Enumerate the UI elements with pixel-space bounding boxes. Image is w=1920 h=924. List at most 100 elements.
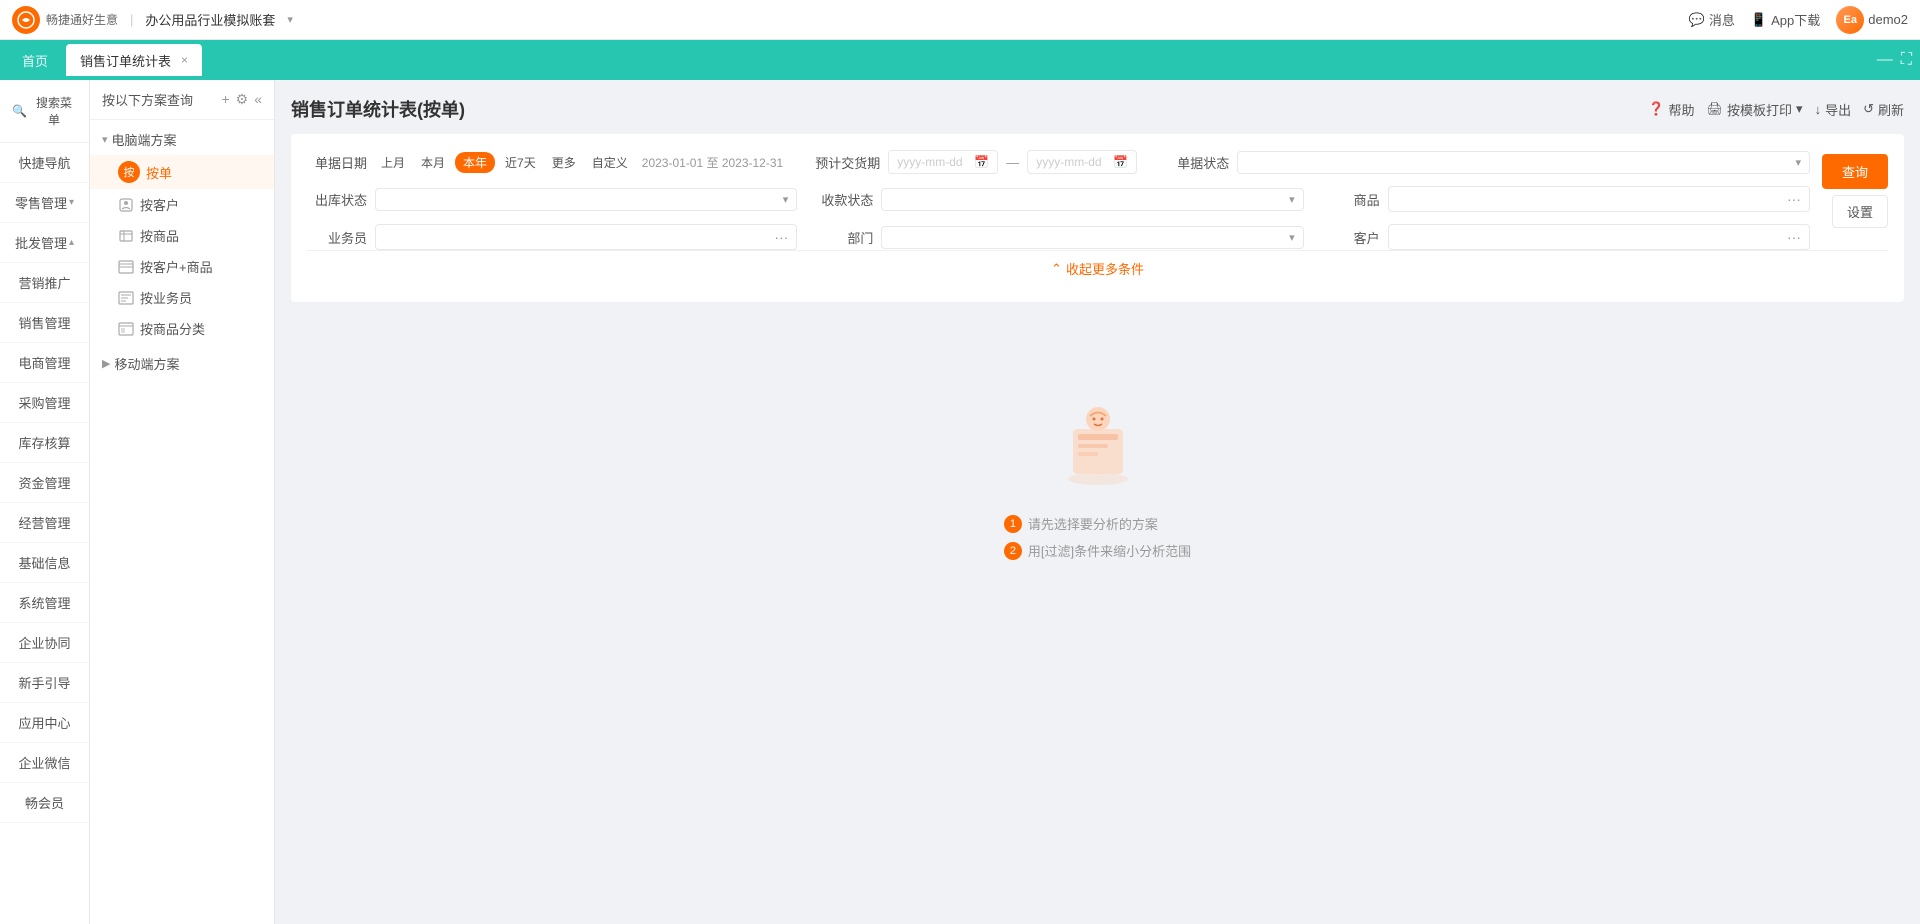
system-dropdown-arrow[interactable]: ▾ bbox=[287, 13, 293, 26]
sidebar-item-retail[interactable]: 零售管理 ▾ bbox=[0, 183, 89, 223]
tree-item-by-staff[interactable]: 按业务员 bbox=[90, 282, 274, 313]
help-btn[interactable]: ❓ 帮助 bbox=[1648, 100, 1694, 119]
filter-customer-group: 客户 ··· bbox=[1320, 224, 1810, 250]
by-goods-icon bbox=[118, 228, 134, 244]
app-download-btn[interactable]: 📱 App下载 bbox=[1751, 10, 1820, 29]
tab-expand-btn[interactable]: ⛶ bbox=[1901, 51, 1912, 69]
goods-select[interactable]: ··· bbox=[1388, 186, 1810, 212]
sidebar-item-inventory[interactable]: 库存核算 bbox=[0, 423, 89, 463]
tab-minimize-btn[interactable]: — bbox=[1877, 51, 1893, 69]
ship-status-select[interactable]: ▾ bbox=[375, 188, 797, 211]
sidebar-search-btn[interactable]: 🔍 搜索菜单 bbox=[8, 90, 81, 132]
expected-date-end[interactable]: yyyy-mm-dd 📅 bbox=[1027, 150, 1137, 174]
sidebar-item-marketing[interactable]: 营销推广 bbox=[0, 263, 89, 303]
filter-pay-status-group: 收款状态 ▾ bbox=[813, 188, 1303, 211]
filter-main-row: 单据日期 上月 本月 本年 bbox=[307, 150, 1888, 250]
by-customer-goods-icon bbox=[118, 259, 134, 275]
collapse-filter-btn[interactable]: ⌃ 收起更多条件 bbox=[307, 250, 1888, 286]
sidebar-item-wechat[interactable]: 企业微信 bbox=[0, 743, 89, 783]
export-btn[interactable]: ↓ 导出 bbox=[1815, 100, 1852, 119]
date-btn-this-month[interactable]: 本月 bbox=[415, 152, 451, 173]
sidebar-item-enterprise[interactable]: 企业协同 bbox=[0, 623, 89, 663]
filter-goods-group: 商品 ··· bbox=[1320, 186, 1810, 212]
hint-text-2: 用[过滤]条件来缩小分析范围 bbox=[1028, 541, 1191, 560]
ship-status-dropdown-arrow: ▾ bbox=[783, 193, 789, 206]
empty-hint-2: 2 用[过滤]条件来缩小分析范围 bbox=[1004, 541, 1191, 560]
tree-item-by-staff-label: 按业务员 bbox=[140, 288, 192, 307]
tree-item-by-order[interactable]: 按 按单 bbox=[90, 155, 274, 189]
date-btn-this-year[interactable]: 本年 bbox=[455, 152, 495, 173]
home-tab-label: 首页 bbox=[22, 51, 48, 70]
sidebar-item-member[interactable]: 畅会员 bbox=[0, 783, 89, 823]
left-panel-header: 按以下方案查询 + ⚙ « bbox=[90, 80, 274, 120]
tree-expand-icon: ▾ bbox=[102, 133, 108, 146]
tree-item-by-goods[interactable]: 按商品 bbox=[90, 220, 274, 251]
date-btn-last-7days[interactable]: 近7天 bbox=[499, 152, 542, 173]
hint-num-2: 2 bbox=[1004, 542, 1022, 560]
user-area[interactable]: Ea demo2 bbox=[1836, 6, 1908, 34]
date-btn-more[interactable]: 更多 bbox=[546, 152, 582, 173]
left-panel-actions: + ⚙ « bbox=[221, 91, 262, 108]
top-bar: 畅捷通好生意 | 办公用品行业模拟账套 ▾ 💬 消息 📱 App下载 Ea de… bbox=[0, 0, 1920, 40]
status-label: 单据状态 bbox=[1169, 153, 1229, 172]
sidebar-item-purchase[interactable]: 采购管理 bbox=[0, 383, 89, 423]
print-btn[interactable]: 🖨 按模板打印 ▾ bbox=[1707, 100, 1803, 119]
query-btn[interactable]: 查询 bbox=[1822, 154, 1888, 189]
search-icon: 🔍 bbox=[12, 104, 27, 118]
settings-btn[interactable]: 设置 bbox=[1832, 195, 1888, 228]
top-bar-right: 💬 消息 📱 App下载 Ea demo2 bbox=[1689, 6, 1908, 34]
left-panel-title: 按以下方案查询 bbox=[102, 90, 193, 109]
customer-more-icon[interactable]: ··· bbox=[1787, 229, 1801, 245]
customer-select[interactable]: ··· bbox=[1388, 224, 1810, 250]
tree-item-by-category[interactable]: 按商品分类 bbox=[90, 313, 274, 344]
staff-select[interactable]: ··· bbox=[375, 224, 797, 250]
tree-group-mobile[interactable]: ▶ 移动端方案 bbox=[90, 348, 274, 379]
sidebar-item-ecommerce[interactable]: 电商管理 bbox=[0, 343, 89, 383]
active-tab-label: 销售订单统计表 bbox=[80, 51, 171, 70]
refresh-btn[interactable]: ↺ 刷新 bbox=[1863, 100, 1904, 119]
customer-label: 客户 bbox=[1320, 228, 1380, 247]
sidebar-item-system[interactable]: 系统管理 bbox=[0, 583, 89, 623]
message-btn[interactable]: 💬 消息 bbox=[1689, 10, 1735, 29]
by-category-icon bbox=[118, 321, 134, 337]
filter-ship-status-group: 出库状态 ▾ bbox=[307, 188, 797, 211]
date-btn-custom[interactable]: 自定义 bbox=[586, 152, 634, 173]
sidebar-item-newbie[interactable]: 新手引导 bbox=[0, 663, 89, 703]
expected-date-start[interactable]: yyyy-mm-dd 📅 bbox=[888, 150, 998, 174]
print-dropdown-arrow: ▾ bbox=[1796, 101, 1803, 117]
add-scheme-btn[interactable]: + bbox=[221, 91, 229, 108]
empty-illustration bbox=[1048, 394, 1148, 494]
calendar-icon-start: 📅 bbox=[974, 155, 989, 169]
sidebar-item-apps[interactable]: 应用中心 bbox=[0, 703, 89, 743]
page-title: 销售订单统计表(按单) bbox=[291, 96, 465, 122]
sidebar-item-finance[interactable]: 资金管理 bbox=[0, 463, 89, 503]
tree-group-pc[interactable]: ▾ 电脑端方案 bbox=[90, 124, 274, 155]
empty-hint-1: 1 请先选择要分析的方案 bbox=[1004, 514, 1191, 533]
sidebar-item-operations[interactable]: 经营管理 bbox=[0, 503, 89, 543]
tab-home[interactable]: 首页 bbox=[8, 44, 62, 76]
staff-label: 业务员 bbox=[307, 228, 367, 247]
tab-sales-stats[interactable]: 销售订单统计表 × bbox=[66, 44, 202, 76]
staff-more-icon[interactable]: ··· bbox=[774, 229, 788, 245]
pay-status-label: 收款状态 bbox=[813, 190, 873, 209]
tree-item-by-customer-goods[interactable]: 按客户+商品 bbox=[90, 251, 274, 282]
status-select[interactable]: ▾ bbox=[1237, 151, 1810, 174]
tab-close-btn[interactable]: × bbox=[181, 53, 188, 67]
date-btn-last-month[interactable]: 上月 bbox=[375, 152, 411, 173]
sidebar-item-sales[interactable]: 销售管理 bbox=[0, 303, 89, 343]
filter-row-2: 出库状态 ▾ 收款状态 ▾ bbox=[307, 186, 1810, 212]
by-customer-icon bbox=[118, 197, 134, 213]
date-quick-btns: 上月 本月 本年 近7天 bbox=[375, 152, 634, 173]
sidebar-item-shortcut[interactable]: 快捷导航 bbox=[0, 143, 89, 183]
scheme-settings-icon[interactable]: ⚙ bbox=[236, 91, 249, 108]
dept-select[interactable]: ▾ bbox=[881, 226, 1303, 249]
empty-state: 1 请先选择要分析的方案 2 用[过滤]条件来缩小分析范围 bbox=[291, 314, 1904, 648]
tree-item-by-customer[interactable]: 按客户 bbox=[90, 189, 274, 220]
app-download-label: App下载 bbox=[1771, 10, 1820, 29]
goods-more-icon[interactable]: ··· bbox=[1787, 191, 1801, 207]
sidebar-item-wholesale[interactable]: 批发管理 ▴ bbox=[0, 223, 89, 263]
collapse-panel-icon[interactable]: « bbox=[254, 91, 262, 108]
filter-action-buttons: 查询 设置 bbox=[1822, 150, 1888, 228]
pay-status-select[interactable]: ▾ bbox=[881, 188, 1303, 211]
sidebar-item-basic[interactable]: 基础信息 bbox=[0, 543, 89, 583]
